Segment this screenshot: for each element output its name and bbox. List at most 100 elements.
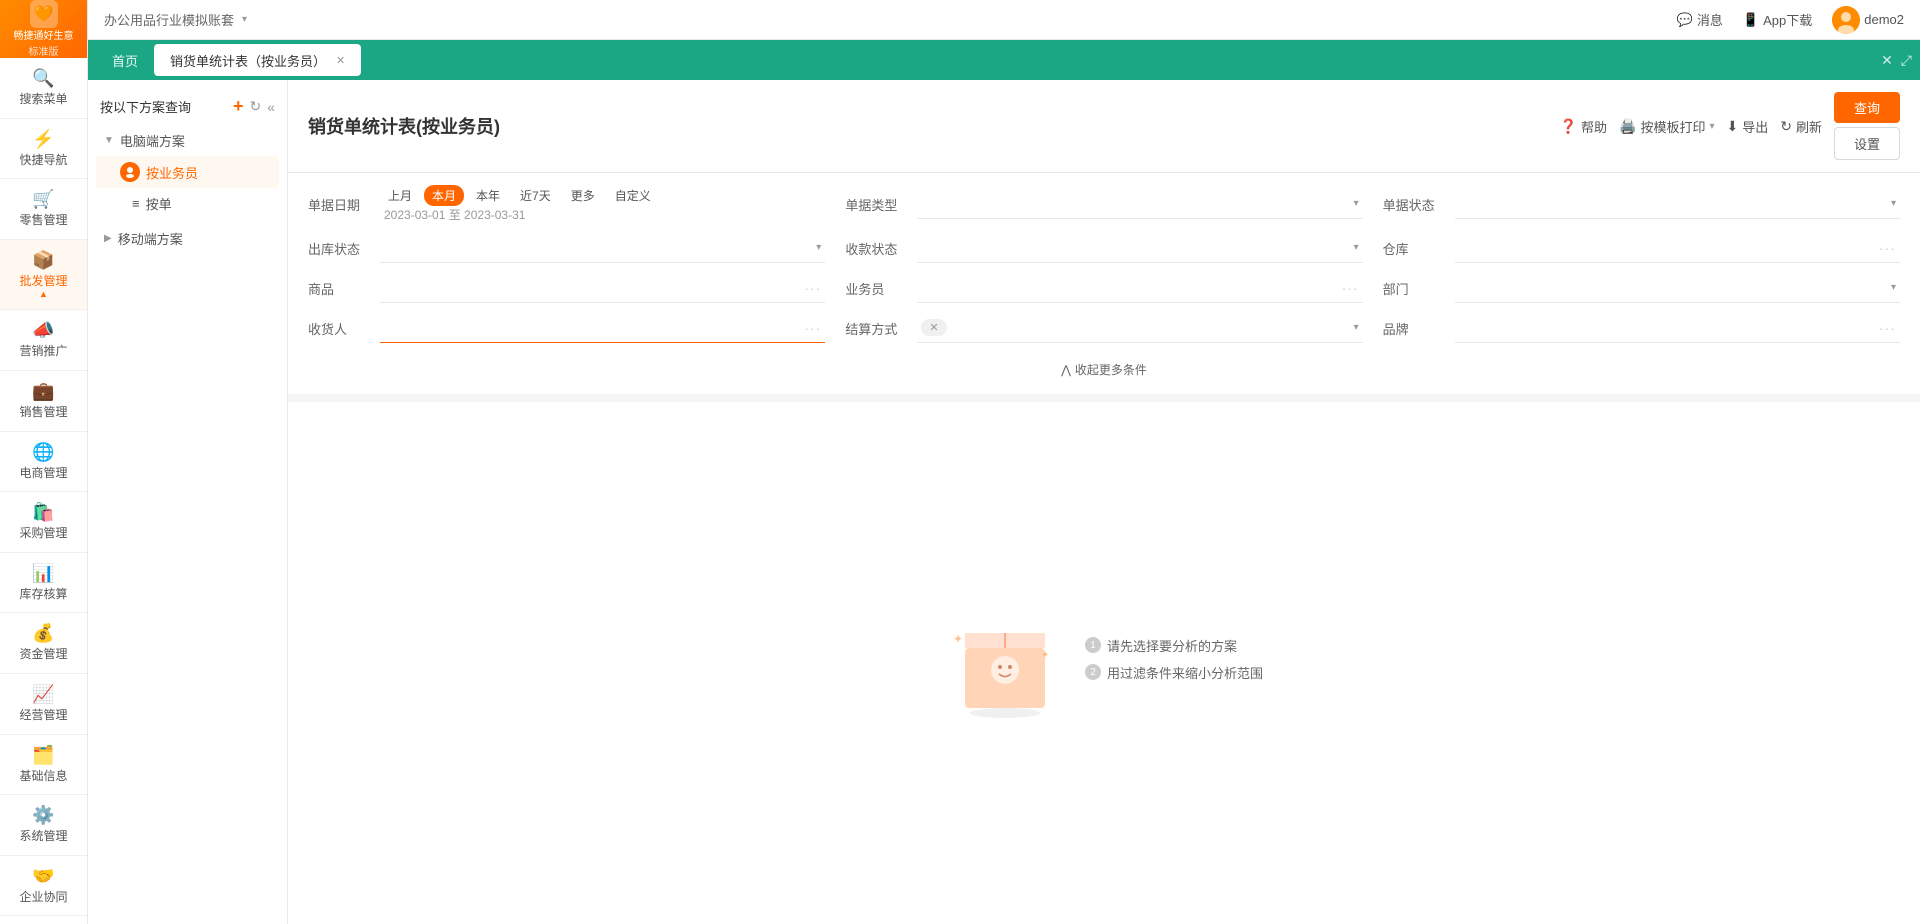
help-label: 帮助	[1581, 117, 1607, 136]
tab-report[interactable]: 销货单统计表（按业务员） ✕	[154, 44, 361, 76]
sidebar-item-newbie[interactable]: 🎯 新手引导	[0, 916, 88, 924]
add-scheme-button[interactable]: +	[233, 96, 244, 117]
sidebar-item-retail[interactable]: 🛒 零售管理	[0, 179, 88, 240]
out-status-control[interactable]: ▾	[380, 233, 825, 263]
refresh-label: 刷新	[1796, 117, 1822, 136]
sidebar-item-system-label: 系统管理	[19, 829, 67, 845]
refresh-scheme-icon[interactable]: ↻	[249, 98, 261, 115]
warehouse-control[interactable]: ···	[1455, 233, 1900, 263]
date-label: 单据日期	[308, 195, 380, 214]
user-profile-button[interactable]: demo2	[1832, 6, 1904, 34]
sidebar-item-ecommerce[interactable]: 🌐 电商管理	[0, 432, 88, 493]
doc-type-arrow-icon: ▾	[1354, 198, 1359, 209]
query-button[interactable]: 查询	[1834, 92, 1900, 123]
sidebar-item-sales-label: 销售管理	[19, 405, 67, 421]
sidebar-item-purchase[interactable]: 🛍️ 采购管理	[0, 492, 88, 553]
tab-bar: 首页 销货单统计表（按业务员） ✕ ✕ ⤢	[88, 40, 1920, 80]
brand-control[interactable]: ···	[1455, 313, 1900, 343]
sidebar-item-search-label: 搜索菜单	[19, 92, 67, 108]
close-window-icon[interactable]: ✕	[1881, 52, 1893, 69]
top-header-actions: 💬 消息 📱 App下载 demo2	[1677, 6, 1904, 34]
tab-home[interactable]: 首页	[96, 44, 154, 76]
sidebar-item-sales[interactable]: 💼 销售管理	[0, 371, 88, 432]
right-content: 销货单统计表(按业务员) ❓ 帮助 🖨️ 按模板打印 ▾ ⬇	[288, 80, 1920, 924]
collapse-filter-button[interactable]: ⋀ 收起更多条件	[308, 353, 1900, 382]
step-1-icon: 1	[1085, 637, 1101, 653]
expand-arrow-icon: ▼	[104, 135, 114, 146]
scheme-group-desktop-header[interactable]: ▼ 电脑端方案	[96, 125, 279, 156]
salesman-control[interactable]: ···	[917, 273, 1362, 303]
doc-status-control[interactable]: ▾	[1455, 189, 1900, 219]
consignee-control[interactable]: ···	[380, 313, 825, 343]
date-tab-this-year[interactable]: 本年	[468, 185, 508, 206]
help-button[interactable]: ❓ 帮助	[1560, 117, 1607, 136]
main-area: 办公用品行业模拟账套 ▾ 💬 消息 📱 App下载 de	[88, 0, 1920, 924]
logo-icon: 🧡	[30, 0, 58, 28]
user-avatar	[1832, 6, 1860, 34]
sidebar-item-search[interactable]: 🔍 搜索菜单	[0, 58, 88, 119]
message-button[interactable]: 💬 消息	[1677, 10, 1723, 29]
date-tab-this-month[interactable]: 本月	[424, 185, 464, 206]
print-button[interactable]: 🖨️ 按模板打印 ▾	[1619, 117, 1714, 136]
svg-text:✦: ✦	[1041, 650, 1049, 661]
doc-type-control[interactable]: ▾	[917, 189, 1362, 219]
app-download-button[interactable]: 📱 App下载	[1743, 10, 1812, 29]
sidebar-item-finance[interactable]: 💰 资金管理	[0, 613, 88, 674]
sidebar-item-marketing[interactable]: 📣 营销推广	[0, 310, 88, 371]
dept-control[interactable]: ▾	[1455, 273, 1900, 303]
maximize-window-icon[interactable]: ⤢	[1901, 52, 1912, 69]
tab-home-label: 首页	[112, 51, 138, 70]
sidebar: 🧡 畅捷通好生意 标准版 🔍 搜索菜单 ⚡ 快捷导航 🛒 零售管理 📦 批发管理…	[0, 0, 88, 924]
sidebar-item-inventory[interactable]: 📊 库存核算	[0, 553, 88, 614]
export-label: 导出	[1742, 117, 1768, 136]
mobile-expand-arrow-icon: ▶	[104, 233, 112, 244]
consignee-input[interactable]	[384, 320, 804, 335]
empty-state: ✦ ✦ · 1 请先选择要分析的方案 2 用过滤条件来缩小分析范围	[288, 402, 1920, 924]
date-tab-more[interactable]: 更多	[563, 185, 603, 206]
scheme-group-mobile: ▶ 移动端方案	[96, 223, 279, 254]
date-control[interactable]: 上月 本月 本年 近7天 更多 自定义 2023-03-01 至 2023-03…	[380, 185, 825, 223]
export-button[interactable]: ⬇ 导出	[1726, 117, 1768, 136]
scheme-item-by-salesman[interactable]: 按业务员	[96, 156, 279, 188]
scheme-group-mobile-header[interactable]: ▶ 移动端方案	[96, 223, 279, 254]
filter-date: 单据日期 上月 本月 本年 近7天 更多 自定义 2023-03-01 至 20…	[308, 185, 825, 223]
sidebar-item-quick-nav[interactable]: ⚡ 快捷导航	[0, 119, 88, 180]
retail-icon: 🛒	[32, 189, 54, 210]
recv-status-control[interactable]: ▾	[917, 233, 1362, 263]
scheme-item-by-order[interactable]: ≡ 按单	[96, 188, 279, 219]
print-label: 按模板打印	[1640, 117, 1705, 136]
page-header: 销货单统计表(按业务员) ❓ 帮助 🖨️ 按模板打印 ▾ ⬇	[288, 80, 1920, 173]
date-tab-last-month[interactable]: 上月	[380, 185, 420, 206]
print-dropdown-icon[interactable]: ▾	[1709, 121, 1714, 132]
collapse-label: 收起更多条件	[1075, 361, 1147, 378]
operation-icon: 📈	[32, 684, 54, 705]
scheme-item-order-label: 按单	[146, 194, 172, 213]
salesman-dots-icon: ···	[1342, 280, 1359, 296]
setting-button[interactable]: 设置	[1834, 127, 1900, 160]
marketing-icon: 📣	[32, 320, 54, 341]
tab-close-icon[interactable]: ✕	[336, 54, 345, 67]
breadcrumb-dropdown-icon[interactable]: ▾	[242, 14, 247, 25]
product-control[interactable]: ···	[380, 273, 825, 303]
sidebar-item-base[interactable]: 🗂️ 基础信息	[0, 735, 88, 796]
sidebar-item-wholesale[interactable]: 📦 批发管理 ▲	[0, 240, 88, 311]
app-logo[interactable]: 🧡 畅捷通好生意 标准版	[0, 0, 88, 58]
date-range-text: 2023-03-01 至 2023-03-31	[384, 206, 525, 223]
filter-row-3: 商品 ··· 业务员 ··· 部门 ▾	[308, 273, 1900, 303]
refresh-button[interactable]: ↻ 刷新	[1780, 117, 1822, 136]
payment-control[interactable]: ✕ ▾	[917, 313, 1362, 343]
help-icon: ❓	[1560, 118, 1577, 135]
left-panel-title: 按以下方案查询	[100, 97, 191, 116]
sidebar-item-enterprise[interactable]: 🤝 企业协同	[0, 856, 88, 917]
collapse-panel-icon[interactable]: «	[267, 99, 275, 115]
page-actions: ❓ 帮助 🖨️ 按模板打印 ▾ ⬇ 导出 ↻	[1560, 92, 1900, 160]
sidebar-item-system[interactable]: ⚙️ 系统管理	[0, 795, 88, 856]
date-tab-custom[interactable]: 自定义	[607, 185, 659, 206]
salesman-label: 业务员	[845, 279, 917, 298]
filter-payment: 结算方式 ✕ ▾	[845, 313, 1362, 343]
sidebar-item-operation[interactable]: 📈 经营管理	[0, 674, 88, 735]
clear-tag-x[interactable]: ✕	[929, 321, 938, 334]
user-name: demo2	[1864, 12, 1904, 27]
dept-arrow-icon: ▾	[1891, 282, 1896, 293]
date-tab-7days[interactable]: 近7天	[512, 185, 559, 206]
